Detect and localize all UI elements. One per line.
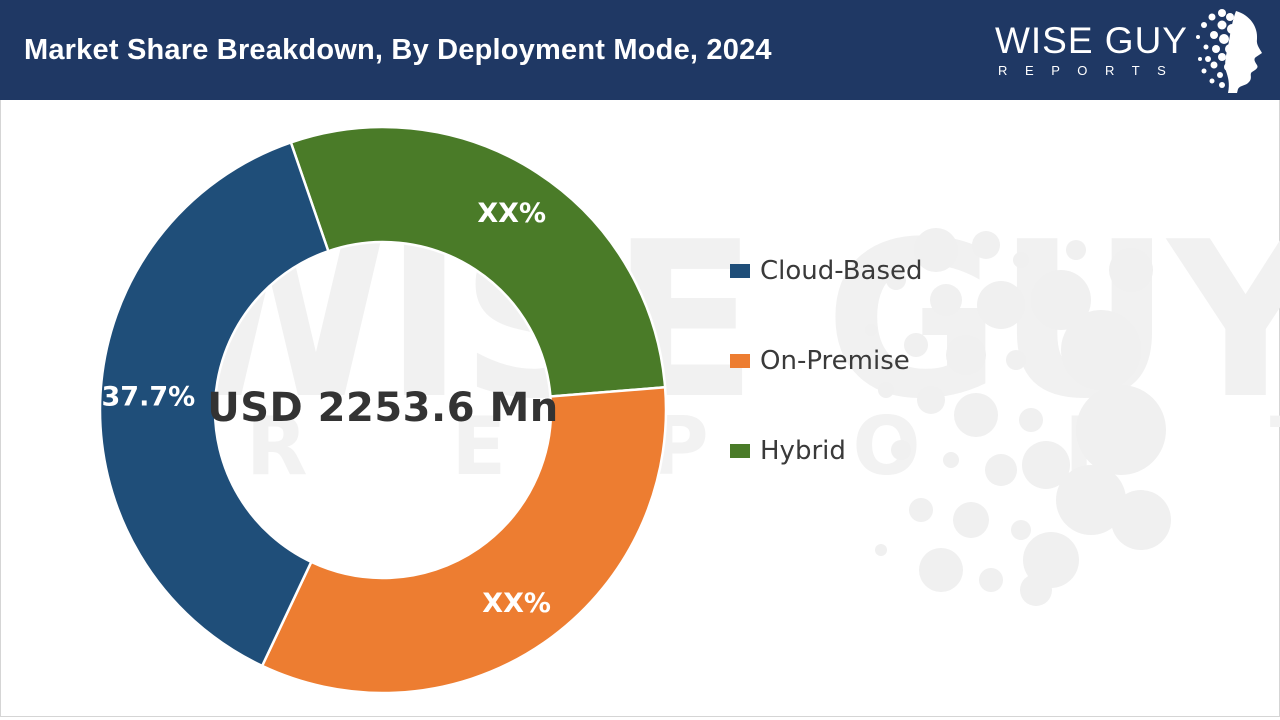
chart-legend: Cloud-Based On-Premise Hybrid: [730, 256, 923, 526]
slice-value-label-cloud-based: 37.7%: [102, 382, 196, 413]
brand-head-icon: [1196, 9, 1262, 93]
legend-swatch-cloud-based: [730, 264, 750, 278]
legend-item-cloud-based: Cloud-Based: [730, 256, 923, 286]
legend-item-hybrid: Hybrid: [730, 436, 923, 466]
legend-label-on-premise: On-Premise: [760, 346, 910, 376]
legend-label-cloud-based: Cloud-Based: [760, 256, 923, 286]
donut-slice-on-premise: [260, 386, 668, 695]
legend-label-hybrid: Hybrid: [760, 436, 846, 466]
slice-value-label-on-premise: XX%: [482, 588, 551, 619]
brand-logo: WISE GUY R E P O R T S: [995, 4, 1264, 96]
donut-chart: XX% XX% 37.7%: [98, 125, 668, 695]
chart-card: WISE GUY R E P O R T S XX%XX%37.7% USD 2…: [0, 100, 1280, 717]
legend-swatch-on-premise: [730, 354, 750, 368]
brand-name: WISE GUY: [994, 20, 1188, 62]
slice-value-label-hybrid: XX%: [477, 198, 546, 229]
donut-slice-hybrid: [289, 125, 667, 398]
header-bar: Market Share Breakdown, By Deployment Mo…: [0, 0, 1280, 100]
legend-item-on-premise: On-Premise: [730, 346, 923, 376]
page-title: Market Share Breakdown, By Deployment Mo…: [24, 33, 772, 66]
legend-swatch-hybrid: [730, 444, 750, 458]
brand-subtitle: R E P O R T S: [997, 62, 1173, 78]
chart-center-total: USD 2253.6 Mn: [207, 385, 559, 431]
brand-logo-text: WISE GUY R E P O R T S: [994, 20, 1188, 78]
